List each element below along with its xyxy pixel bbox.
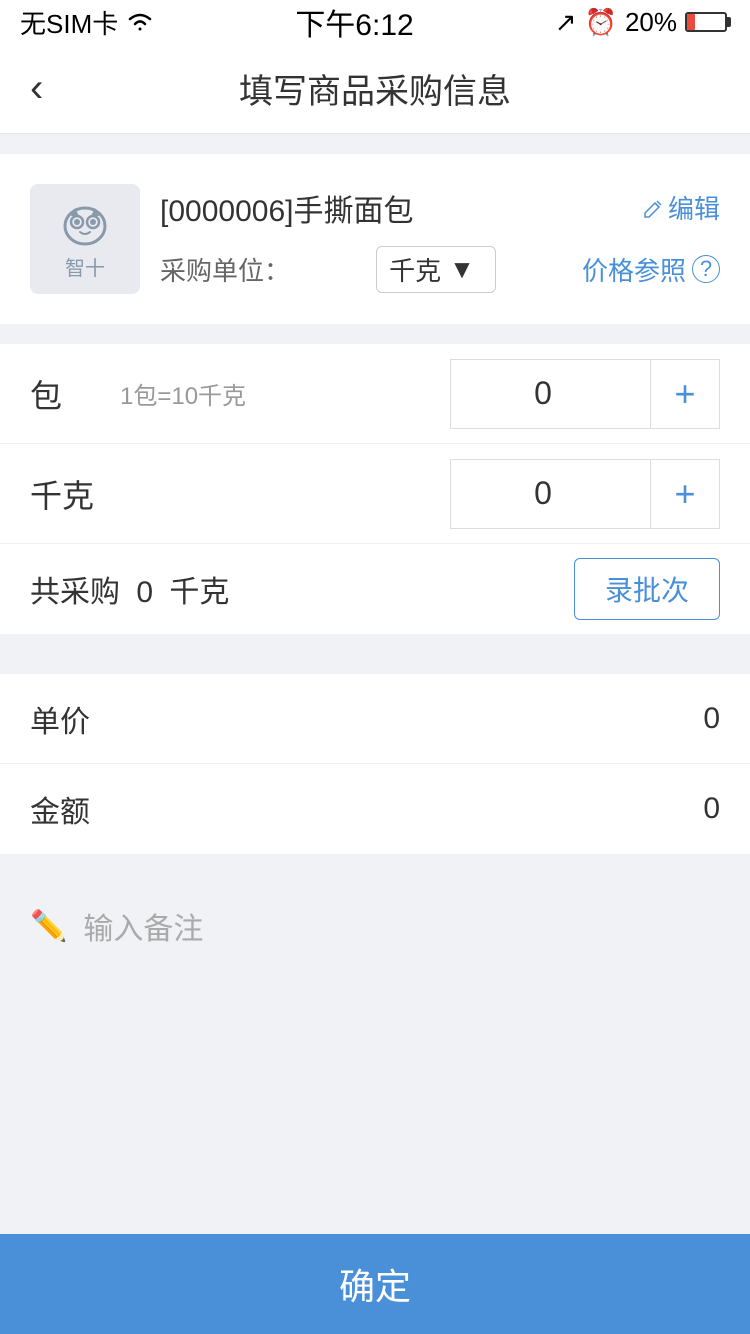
product-thumbnail: 智十 [30,184,140,294]
quantity-section: 包 1包=10千克 + 千克 + [0,344,750,544]
unit-price-row: 单价 0 [0,674,750,764]
product-card: 智十 [0000006]手撕面包 编辑 采购单位： [0,154,750,324]
bag-plus-button[interactable]: + [650,359,720,429]
quantity-row-kg: 千克 + [0,444,750,544]
amount-label: 金额 [30,787,90,831]
empty-space [0,978,750,1178]
summary-row: 共采购 0 千克 录批次 [0,544,750,634]
price-ref-help-icon: ? [692,255,720,283]
product-name: [0000006]手撕面包 [160,186,413,230]
bag-label: 包 [30,371,110,417]
battery-icon [685,12,730,32]
kg-input[interactable] [450,459,650,529]
kg-input-wrap: + [450,459,720,529]
alarm-icon: ⏰ [585,7,617,38]
quantity-row-bag: 包 1包=10千克 + [0,344,750,444]
status-bar-time: 下午6:12 [295,0,413,44]
edit-label: 编辑 [668,189,720,226]
section-divider-1 [0,324,750,344]
status-bar-left: 无SIM卡 [20,4,154,41]
price-ref-button[interactable]: 价格参照 ? [582,251,720,288]
price-ref-label: 价格参照 [582,251,686,288]
section-divider-2 [0,634,750,654]
nav-bar: ‹ 填写商品采购信息 [0,44,750,134]
page-title: 填写商品采购信息 [239,64,511,113]
product-thumb-text: 智十 [65,252,105,281]
status-bar-right: ↗ ⏰ 20% [555,7,730,38]
carrier-label: 无SIM卡 [20,4,118,41]
confirm-button[interactable]: 确定 [0,1234,750,1334]
unit-select[interactable]: 千克 ▼ [376,246,496,293]
owl-icon [55,198,115,248]
edit-button[interactable]: 编辑 [642,189,720,226]
edit-icon [642,197,664,219]
remark-placeholder: 输入备注 [83,904,203,948]
pencil-icon: ✏️ [30,909,67,944]
wifi-icon [126,11,154,33]
batch-button[interactable]: 录批次 [574,558,720,620]
bag-input[interactable] [450,359,650,429]
battery-label: 20% [625,7,677,38]
back-button[interactable]: ‹ [30,66,43,111]
bag-sublabel: 1包=10千克 [120,376,246,411]
location-icon: ↗ [555,7,577,38]
kg-label: 千克 [30,471,110,517]
remark-section[interactable]: ✏️ 输入备注 [0,874,750,978]
amount-row: 金额 0 [0,764,750,854]
summary-text: 共采购 0 千克 [30,567,229,611]
unit-value: 千克 [389,251,441,288]
unit-label: 采购单位： [160,251,290,288]
product-info: [0000006]手撕面包 编辑 采购单位： 千克 ▼ [160,186,720,293]
kg-plus-button[interactable]: + [650,459,720,529]
unit-price-label: 单价 [30,697,90,741]
dropdown-arrow: ▼ [449,254,475,285]
unit-price-value: 0 [703,702,720,736]
amount-value: 0 [703,792,720,826]
status-bar: 无SIM卡 下午6:12 ↗ ⏰ 20% [0,0,750,44]
bag-input-wrap: + [450,359,720,429]
price-section: 单价 0 金额 0 [0,674,750,854]
